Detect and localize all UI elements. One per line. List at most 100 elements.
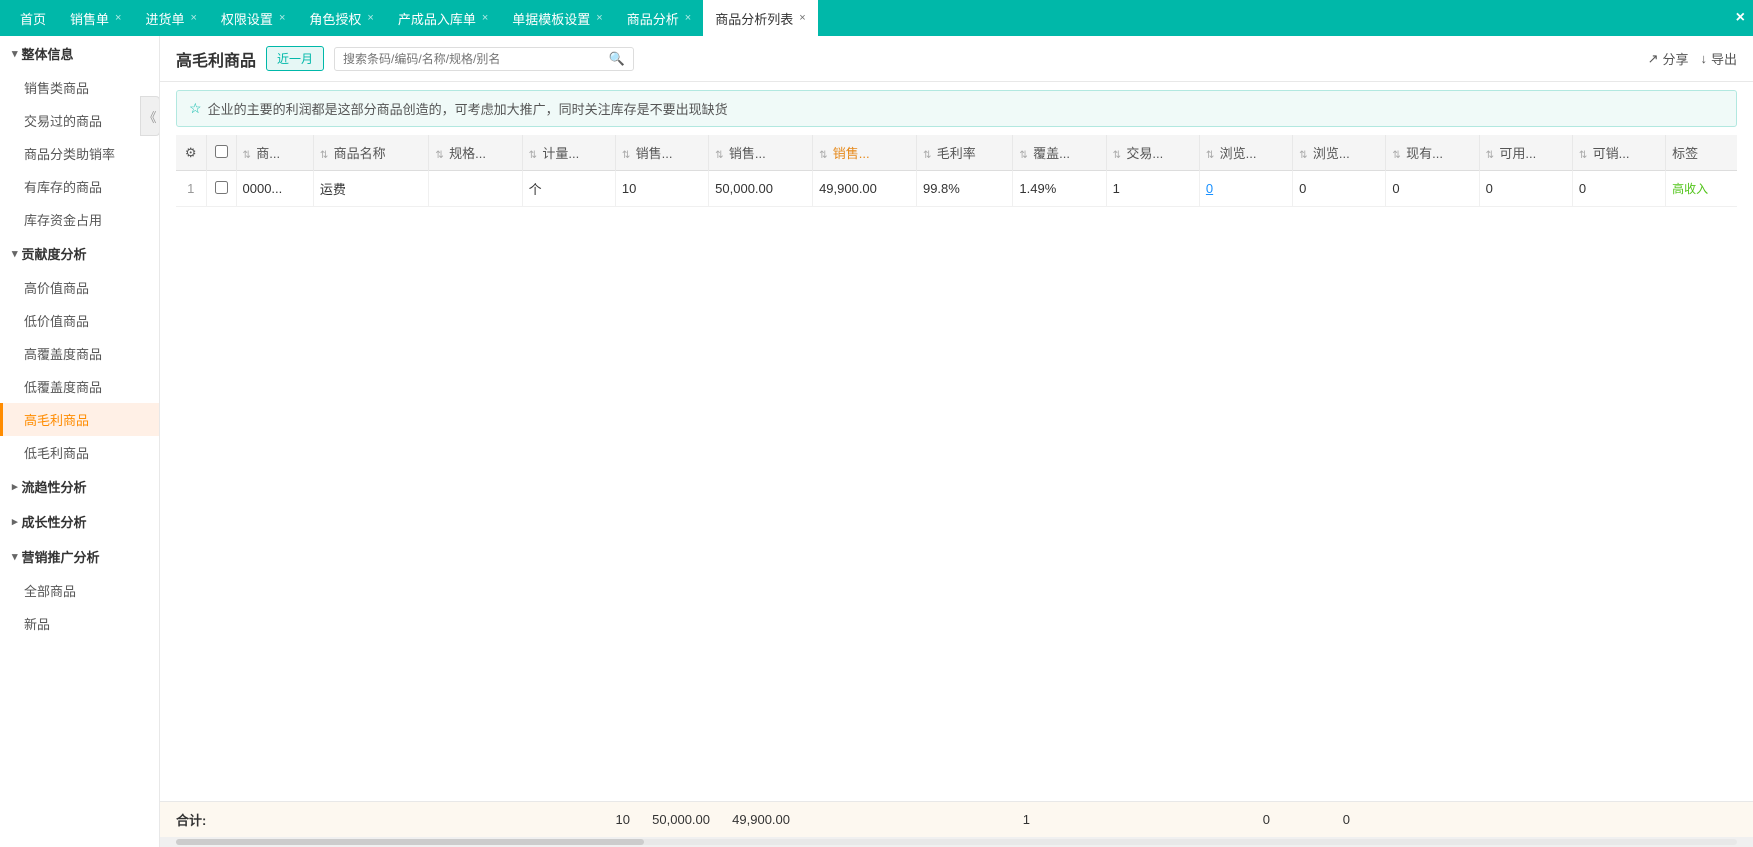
- footer-cells: 10 50,000.00 49,900.00 1 0 0: [246, 812, 1737, 827]
- row-available-stock: 0: [1479, 171, 1572, 207]
- sidebar-item-new-goods[interactable]: 新品: [0, 607, 159, 640]
- tab-permissions[interactable]: 权限设置 ×: [209, 0, 297, 36]
- tab-purchase[interactable]: 进货单 ×: [133, 0, 208, 36]
- sidebar-item-stock-goods[interactable]: 有库存的商品: [0, 170, 159, 203]
- sidebar-group-contribution-items: 高价值商品 低价值商品 高覆盖度商品 低覆盖度商品 高毛利商品 低毛利商品: [0, 271, 159, 469]
- sort-icon: ⇅: [1579, 150, 1587, 161]
- horizontal-scrollbar[interactable]: [160, 837, 1753, 847]
- row-transactions: 1: [1106, 171, 1199, 207]
- row-spec: [429, 171, 522, 207]
- tab-sales[interactable]: 销售单 ×: [58, 0, 133, 36]
- col-checkbox[interactable]: [206, 135, 236, 171]
- table-row: 1 0000... 运费: [176, 171, 1737, 207]
- sidebar-item-low-coverage[interactable]: 低覆盖度商品: [0, 370, 159, 403]
- sort-icon: ⇅: [1486, 150, 1494, 161]
- footer-available-stock: 0: [1276, 812, 1356, 827]
- sort-icon: ⇅: [622, 150, 630, 161]
- col-sellable-stock: ⇅ 可销...: [1572, 135, 1665, 171]
- footer-sales-qty: 10: [556, 812, 636, 827]
- expand-arrow-icon: ▾: [12, 247, 18, 260]
- sidebar-item-low-margin[interactable]: 低毛利商品: [0, 436, 159, 469]
- close-icon[interactable]: ×: [190, 12, 196, 24]
- close-icon[interactable]: ×: [115, 12, 121, 24]
- sidebar-item-stock-funds[interactable]: 库存资金占用: [0, 203, 159, 236]
- row-browse1[interactable]: 0: [1199, 171, 1292, 207]
- sidebar-item-traded-goods[interactable]: 交易过的商品: [0, 104, 159, 137]
- close-all-tabs-button[interactable]: ×: [1736, 9, 1745, 27]
- tab-roles[interactable]: 角色授权 ×: [297, 0, 385, 36]
- sidebar-item-low-value[interactable]: 低价值商品: [0, 304, 159, 337]
- period-button[interactable]: 近一月: [266, 46, 324, 71]
- collapse-arrow-icon: 《: [143, 107, 156, 126]
- tab-analysis[interactable]: 商品分析 ×: [615, 0, 703, 36]
- close-icon[interactable]: ×: [799, 12, 805, 24]
- search-input[interactable]: [343, 52, 609, 66]
- col-sales-amount: ⇅ 销售...: [709, 135, 813, 171]
- sidebar-group-contribution[interactable]: ▾ 贡献度分析: [0, 236, 159, 271]
- share-button[interactable]: ↗ 分享: [1648, 49, 1689, 68]
- row-sales-qty: 10: [615, 171, 708, 207]
- row-sellable-stock: 0: [1572, 171, 1665, 207]
- col-available-stock: ⇅ 可用...: [1479, 135, 1572, 171]
- content-header: 高毛利商品 近一月 🔍 ↗ 分享 ↓ 导出: [160, 36, 1753, 82]
- footer-sales-profit: 49,900.00: [716, 812, 796, 827]
- row-sales-profit: 49,900.00: [813, 171, 917, 207]
- footer-label: 合计:: [176, 810, 226, 829]
- tab-analysis-list[interactable]: 商品分析列表 ×: [703, 0, 817, 36]
- sort-icon: ⇅: [1392, 150, 1400, 161]
- table-header-row: ⚙ ⇅ 商... ⇅ 商品名称: [176, 135, 1737, 171]
- row-current-stock: 0: [1386, 171, 1479, 207]
- sort-icon: ⇅: [435, 150, 443, 161]
- row-sales-amount: 50,000.00: [709, 171, 813, 207]
- close-icon[interactable]: ×: [596, 12, 602, 24]
- sidebar-item-high-margin[interactable]: 高毛利商品: [0, 403, 159, 436]
- col-browse2: ⇅ 浏览...: [1293, 135, 1386, 171]
- main-container: ▾ 整体信息 销售类商品 交易过的商品 商品分类助销率 有库存的商品 库存资金占…: [0, 36, 1753, 847]
- footer-transactions: 1: [956, 812, 1036, 827]
- row-checkbox[interactable]: [206, 171, 236, 207]
- sidebar-collapse-button[interactable]: 《: [140, 96, 160, 136]
- col-sales-profit: ⇅ 销售...: [813, 135, 917, 171]
- export-button[interactable]: ↓ 导出: [1700, 49, 1737, 68]
- sort-icon: ⇅: [320, 150, 328, 161]
- col-coverage: ⇅ 覆盖...: [1013, 135, 1106, 171]
- sidebar-group-overall-items: 销售类商品 交易过的商品 商品分类助销率 有库存的商品 库存资金占用: [0, 71, 159, 236]
- sidebar-item-category-rate[interactable]: 商品分类助销率: [0, 137, 159, 170]
- close-icon[interactable]: ×: [279, 12, 285, 24]
- tab-template[interactable]: 单据模板设置 ×: [500, 0, 614, 36]
- sort-icon: ⇅: [715, 150, 723, 161]
- sort-icon: ⇅: [1019, 150, 1027, 161]
- sidebar-item-sales-goods[interactable]: 销售类商品: [0, 71, 159, 104]
- sidebar-item-high-coverage[interactable]: 高覆盖度商品: [0, 337, 159, 370]
- sidebar-group-growth[interactable]: ▸ 成长性分析: [0, 504, 159, 539]
- sort-icon: ⇅: [1299, 150, 1307, 161]
- select-all-checkbox[interactable]: [215, 145, 228, 158]
- close-icon[interactable]: ×: [685, 12, 691, 24]
- page-title: 高毛利商品: [176, 47, 256, 71]
- col-current-stock: ⇅ 现有...: [1386, 135, 1479, 171]
- tab-home[interactable]: 首页: [8, 0, 58, 36]
- footer-current-stock: 0: [1196, 812, 1276, 827]
- col-spec: ⇅ 规格...: [429, 135, 522, 171]
- sidebar-group-marketing[interactable]: ▾ 营销推广分析: [0, 539, 159, 574]
- scrollbar-thumb[interactable]: [176, 839, 644, 845]
- export-icon: ↓: [1700, 51, 1707, 66]
- search-icon[interactable]: 🔍: [609, 51, 625, 67]
- col-transactions: ⇅ 交易...: [1106, 135, 1199, 171]
- close-icon[interactable]: ×: [367, 12, 373, 24]
- tab-inbound[interactable]: 产成品入库单 ×: [386, 0, 500, 36]
- search-box: 🔍: [334, 47, 634, 71]
- hint-icon: ☆: [189, 100, 202, 117]
- row-coverage: 1.49%: [1013, 171, 1106, 207]
- content-area: 高毛利商品 近一月 🔍 ↗ 分享 ↓ 导出 ☆ 企业的主要的利润都是这部分商品创…: [160, 36, 1753, 847]
- expand-arrow-icon: ▸: [12, 515, 18, 528]
- sidebar-group-trend[interactable]: ▸ 流趋性分析: [0, 469, 159, 504]
- row-name: 运费: [313, 171, 429, 207]
- sidebar-group-overall[interactable]: ▾ 整体信息: [0, 36, 159, 71]
- sidebar-item-high-value[interactable]: 高价值商品: [0, 271, 159, 304]
- col-settings[interactable]: ⚙: [176, 135, 206, 171]
- close-icon[interactable]: ×: [482, 12, 488, 24]
- col-margin-rate: ⇅ 毛利率: [916, 135, 1012, 171]
- sidebar-item-all-goods[interactable]: 全部商品: [0, 574, 159, 607]
- sidebar-group-marketing-items: 全部商品 新品: [0, 574, 159, 640]
